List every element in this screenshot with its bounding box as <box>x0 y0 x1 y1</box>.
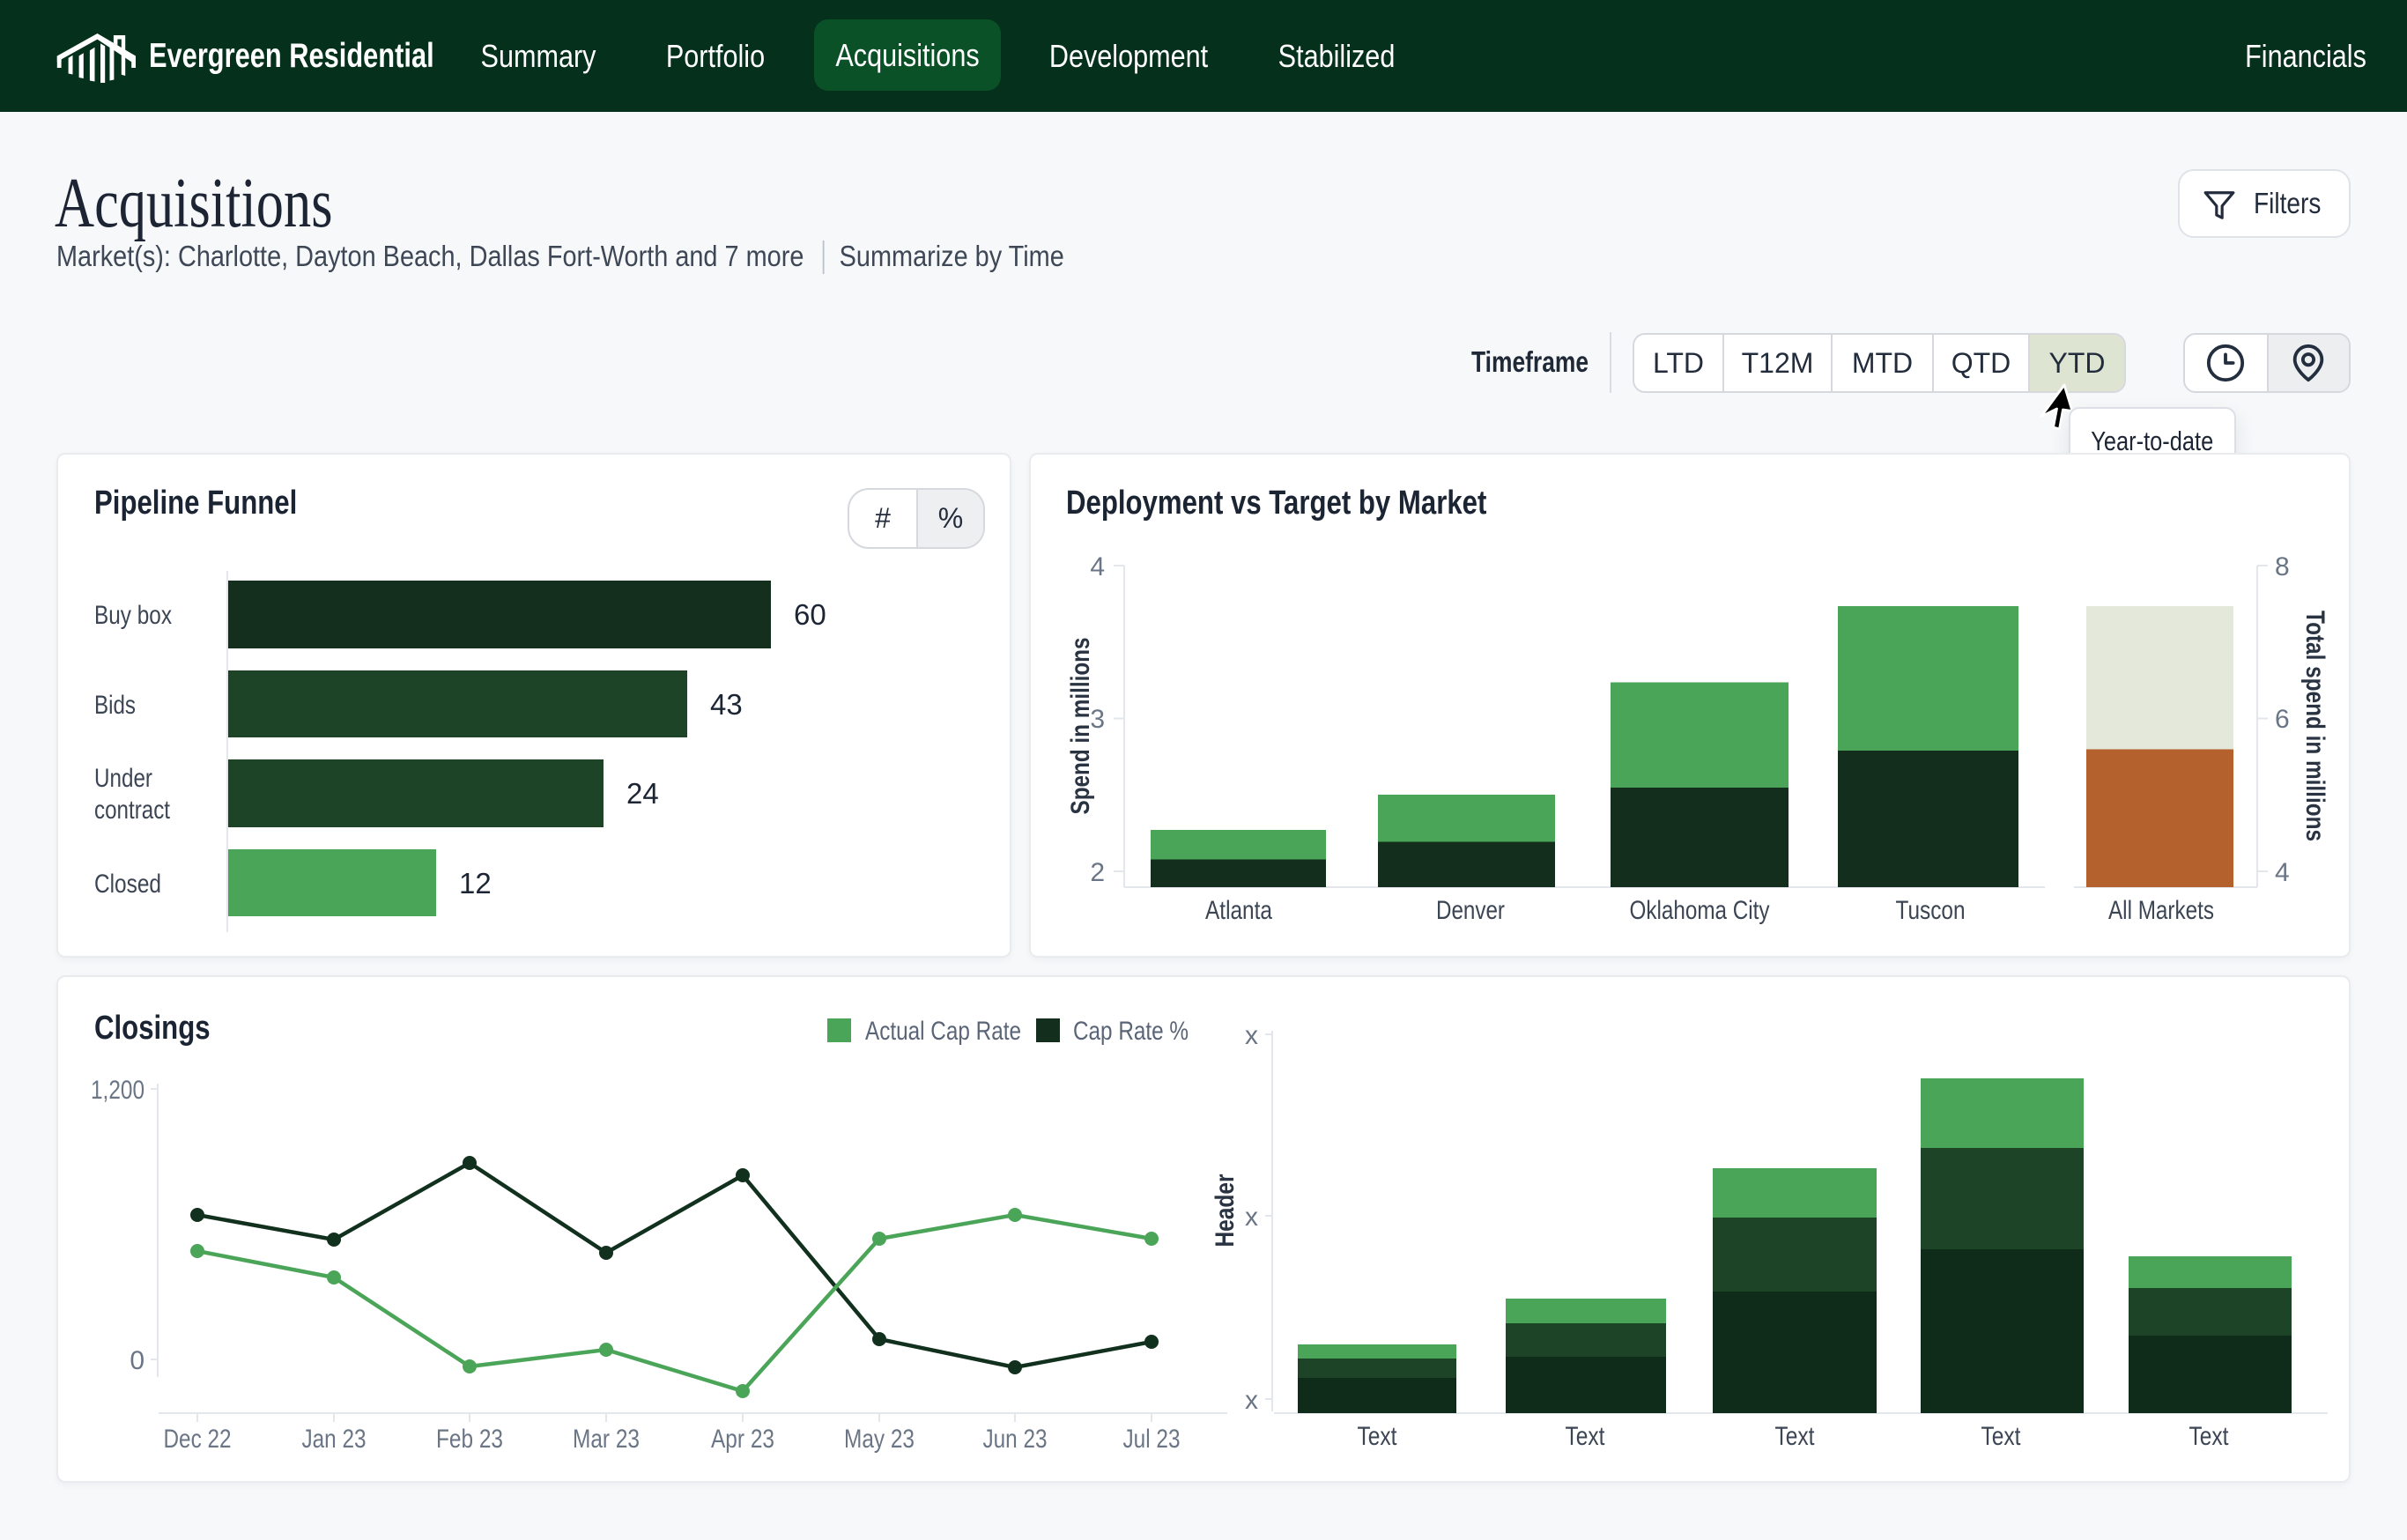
svg-text:x: x <box>1245 1203 1258 1232</box>
svg-text:Jun 23: Jun 23 <box>983 1425 1048 1454</box>
svg-text:1,200: 1,200 <box>91 1076 144 1105</box>
svg-text:Spend in millions: Spend in millions <box>1066 638 1095 815</box>
svg-text:Jul 23: Jul 23 <box>1123 1425 1181 1454</box>
svg-text:43: 43 <box>710 688 743 721</box>
svg-text:Tuscon: Tuscon <box>1896 896 1966 925</box>
svg-text:x: x <box>1245 1021 1258 1050</box>
svg-text:Text: Text <box>1566 1422 1606 1451</box>
svg-text:Header: Header <box>1211 1174 1240 1247</box>
svg-text:0: 0 <box>130 1346 144 1375</box>
svg-text:Text: Text <box>2189 1422 2230 1451</box>
svg-text:Text: Text <box>1981 1422 2022 1451</box>
svg-text:Oklahoma City: Oklahoma City <box>1630 896 1770 925</box>
svg-text:6: 6 <box>2275 705 2290 734</box>
svg-text:May 23: May 23 <box>844 1425 915 1454</box>
svg-text:60: 60 <box>794 598 826 631</box>
svg-text:Buy box: Buy box <box>94 601 172 630</box>
svg-text:Under: Under <box>94 764 152 793</box>
svg-text:4: 4 <box>2275 858 2290 887</box>
svg-text:Cap Rate %: Cap Rate % <box>1073 1017 1189 1046</box>
svg-text:Denver: Denver <box>1436 896 1505 925</box>
svg-text:Apr 23: Apr 23 <box>711 1425 774 1454</box>
svg-text:Dec 22: Dec 22 <box>164 1425 232 1454</box>
svg-text:Jan 23: Jan 23 <box>302 1425 367 1454</box>
svg-text:Atlanta: Atlanta <box>1205 896 1272 925</box>
svg-text:Total spend in millions: Total spend in millions <box>2300 611 2329 841</box>
svg-text:24: 24 <box>626 777 659 810</box>
svg-text:Bids: Bids <box>94 691 136 720</box>
svg-text:x: x <box>1245 1386 1258 1415</box>
svg-text:8: 8 <box>2275 552 2290 581</box>
svg-text:contract: contract <box>94 796 171 825</box>
svg-text:Actual Cap Rate: Actual Cap Rate <box>865 1017 1021 1046</box>
svg-text:Mar 23: Mar 23 <box>573 1425 640 1454</box>
svg-text:2: 2 <box>1090 858 1105 887</box>
svg-text:Text: Text <box>1358 1422 1398 1451</box>
svg-text:All Markets: All Markets <box>2108 896 2214 925</box>
svg-text:12: 12 <box>459 867 492 900</box>
svg-text:Text: Text <box>1775 1422 1816 1451</box>
svg-text:4: 4 <box>1090 552 1105 581</box>
svg-text:Closed: Closed <box>94 870 161 899</box>
svg-text:Feb 23: Feb 23 <box>436 1425 503 1454</box>
